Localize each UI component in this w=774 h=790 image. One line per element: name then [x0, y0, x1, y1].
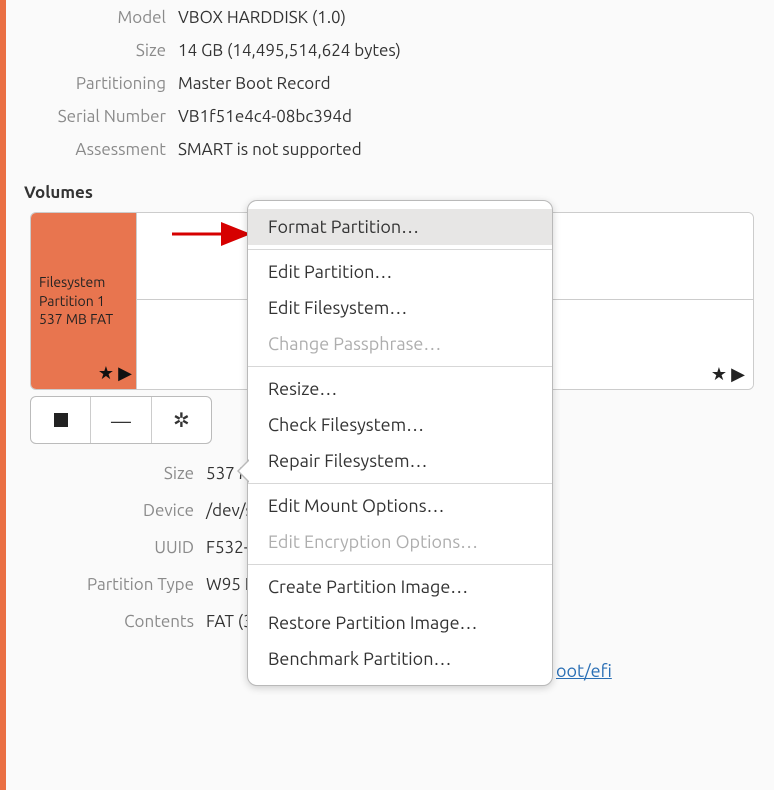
- menu-resize[interactable]: Resize…: [248, 371, 552, 407]
- menu-benchmark-partition[interactable]: Benchmark Partition…: [248, 641, 552, 677]
- size-value: 14 GB (14,495,514,624 bytes): [178, 41, 754, 60]
- unmount-button[interactable]: [31, 397, 91, 443]
- partition-size: 537 MB FAT: [39, 310, 128, 329]
- partition-status-icons: ★ ▶: [98, 361, 132, 385]
- model-value: VBOX HARDDISK (1.0): [178, 8, 754, 27]
- disk-info-grid: Model VBOX HARDDISK (1.0) Size 14 GB (14…: [16, 8, 754, 159]
- serial-label: Serial Number: [16, 107, 166, 126]
- partition-subname: Partition 1: [39, 292, 128, 311]
- detail-size-label: Size: [30, 464, 194, 483]
- detail-contents-text: FAT (3: [206, 612, 253, 631]
- partition-options-menu: Format Partition… Edit Partition… Edit F…: [247, 200, 553, 686]
- partitioning-value: Master Boot Record: [178, 74, 754, 93]
- stop-icon: [54, 413, 68, 427]
- menu-create-partition-image[interactable]: Create Partition Image…: [248, 569, 552, 605]
- model-label: Model: [16, 8, 166, 27]
- volume-toolbar: — ✲: [30, 396, 212, 444]
- window-accent-stripe: [0, 0, 6, 790]
- menu-format-partition[interactable]: Format Partition…: [248, 209, 552, 245]
- menu-edit-filesystem[interactable]: Edit Filesystem…: [248, 290, 552, 326]
- menu-edit-mount-options[interactable]: Edit Mount Options…: [248, 488, 552, 524]
- detail-ptype-label: Partition Type: [30, 575, 194, 594]
- volume-partition-1[interactable]: Filesystem Partition 1 537 MB FAT ★ ▶: [31, 213, 137, 389]
- detail-contents-label: Contents: [30, 612, 194, 631]
- size-label: Size: [16, 41, 166, 60]
- volume-rest-status-icons: ★ ▶: [711, 364, 745, 385]
- menu-separator: [248, 564, 552, 565]
- menu-separator: [248, 483, 552, 484]
- gear-icon: ✲: [173, 408, 190, 432]
- mount-point-link[interactable]: oot/efi: [556, 661, 612, 681]
- assessment-value: SMART is not supported: [178, 140, 754, 159]
- delete-button[interactable]: —: [91, 397, 151, 443]
- minus-icon: —: [111, 409, 131, 432]
- detail-uuid-label: UUID: [30, 538, 194, 557]
- menu-check-filesystem[interactable]: Check Filesystem…: [248, 407, 552, 443]
- settings-button[interactable]: ✲: [152, 397, 211, 443]
- menu-edit-partition[interactable]: Edit Partition…: [248, 254, 552, 290]
- menu-repair-filesystem[interactable]: Repair Filesystem…: [248, 443, 552, 479]
- partition-name: Filesystem: [39, 273, 128, 292]
- menu-separator: [248, 366, 552, 367]
- serial-value: VB1f51e4c4-08bc394d: [178, 107, 754, 126]
- assessment-label: Assessment: [16, 140, 166, 159]
- menu-separator: [248, 249, 552, 250]
- detail-device-label: Device: [30, 501, 194, 520]
- partitioning-label: Partitioning: [16, 74, 166, 93]
- menu-edit-encryption-options: Edit Encryption Options…: [248, 524, 552, 560]
- menu-restore-partition-image[interactable]: Restore Partition Image…: [248, 605, 552, 641]
- menu-change-passphrase: Change Passphrase…: [248, 326, 552, 362]
